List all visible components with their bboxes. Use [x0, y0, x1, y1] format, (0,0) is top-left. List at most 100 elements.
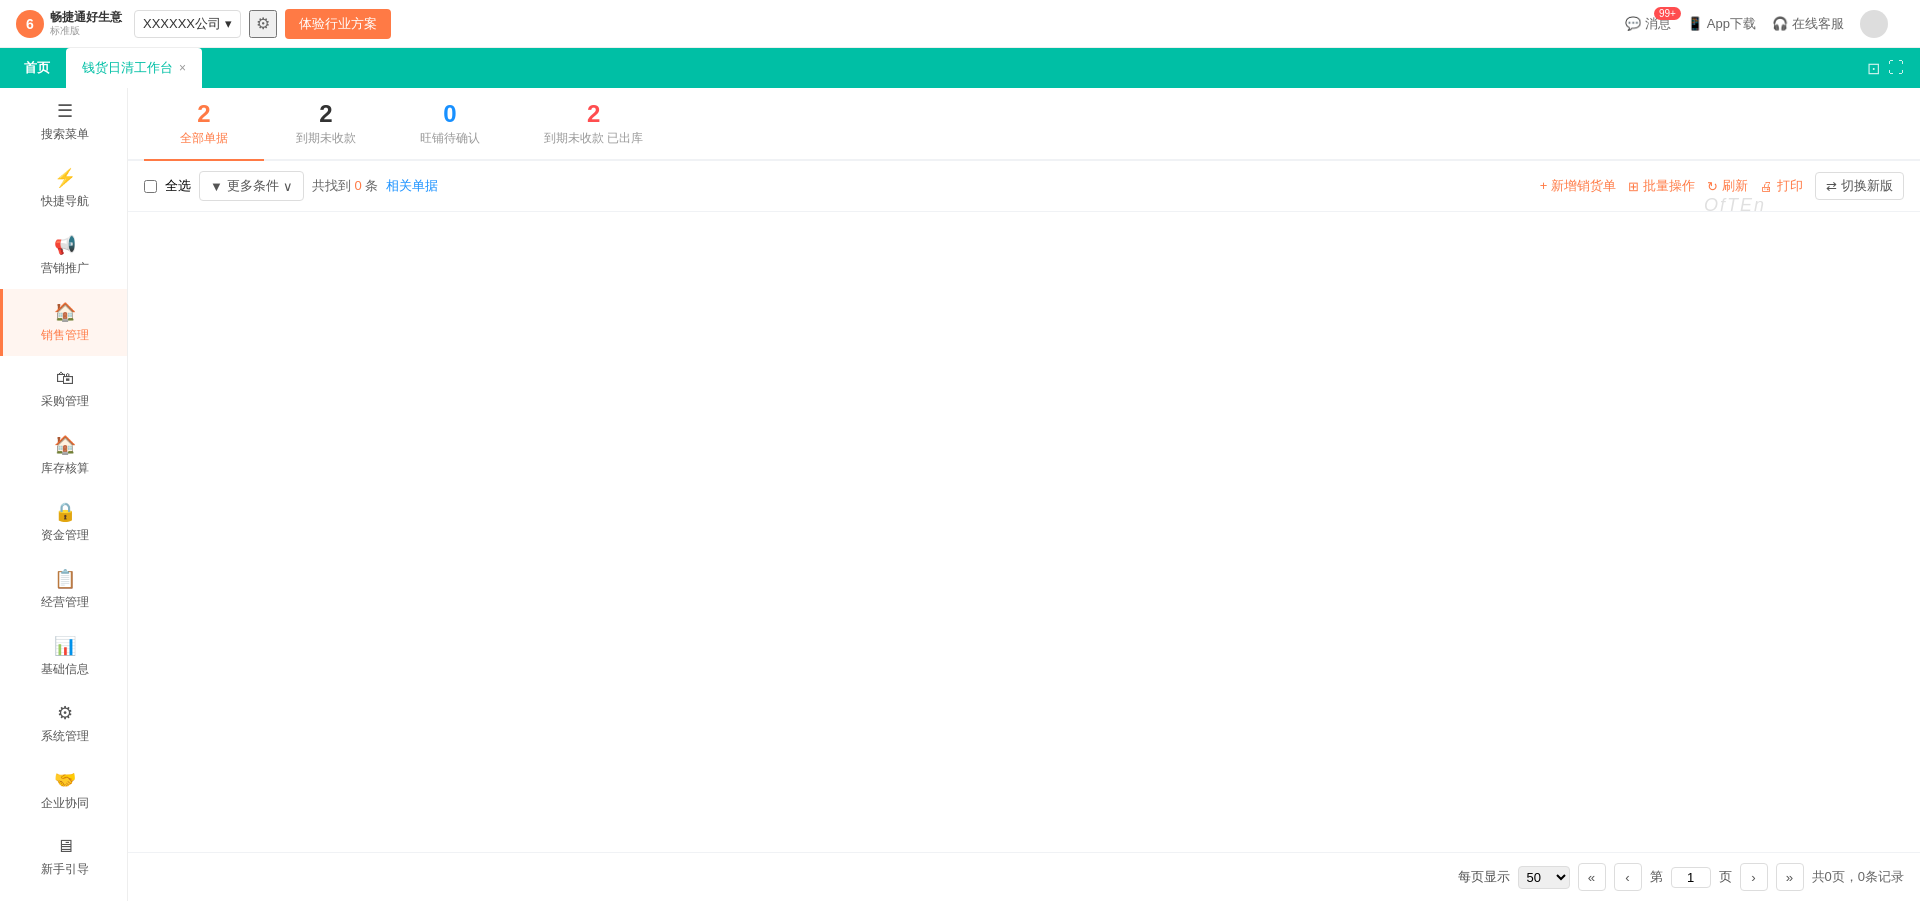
marketing-label: 营销推广: [41, 260, 89, 277]
filter-label: 更多条件: [227, 177, 279, 195]
refresh-icon: ↻: [1707, 179, 1718, 194]
first-page-button[interactable]: «: [1578, 863, 1606, 891]
refresh-button[interactable]: ↻ 刷新: [1707, 177, 1748, 195]
sidebar-item-cooperation[interactable]: 🤝 企业协同: [0, 757, 127, 824]
filter-icon: ▼: [210, 179, 223, 194]
logo-text: 畅捷通好生意 标准版: [50, 10, 122, 36]
message-icon: 💬: [1625, 16, 1641, 31]
home-tab-label: 首页: [24, 59, 50, 77]
print-icon: 🖨: [1760, 179, 1773, 194]
app-title: 畅捷通好生意: [50, 10, 122, 24]
online-service-label: 在线客服: [1792, 15, 1844, 33]
guide-label: 新手引导: [41, 861, 89, 878]
cooperation-icon: 🤝: [54, 769, 76, 791]
nav-expand-icon[interactable]: ⛶: [1888, 59, 1904, 77]
pagination: 每页显示 50 100 200 « ‹ 第 页 › » 共0页，0条记录: [128, 852, 1920, 901]
online-service-button[interactable]: 🎧 在线客服: [1772, 15, 1844, 33]
sidebar-item-app-center[interactable]: 📦 应用中心: [0, 890, 127, 901]
sidebar-item-system[interactable]: ⚙ 系统管理: [0, 690, 127, 757]
found-text: 共找到 0 条: [312, 177, 378, 195]
stats-label-overdue: 到期未收款: [296, 130, 356, 147]
stats-label-all: 全部单据: [180, 130, 228, 147]
next-page-button[interactable]: ›: [1740, 863, 1768, 891]
stats-tab-pending[interactable]: 0 旺铺待确认: [388, 88, 512, 161]
sidebar-item-purchase[interactable]: 🛍 采购管理: [0, 356, 127, 422]
app-download-button[interactable]: 📱 App下载: [1687, 15, 1756, 33]
page-number-input[interactable]: [1671, 867, 1711, 888]
stats-label-shipped: 到期未收款 已出库: [544, 130, 643, 147]
sidebar-item-marketing[interactable]: 📢 营销推广: [0, 222, 127, 289]
base-info-label: 基础信息: [41, 661, 89, 678]
batch-button[interactable]: ⊞ 批量操作: [1628, 177, 1695, 195]
search-menu-label: 搜索菜单: [41, 126, 89, 143]
filter-chevron: ∨: [283, 179, 293, 194]
page-label: 第: [1650, 868, 1663, 886]
guide-icon: 🖥: [56, 836, 74, 857]
logo-icon: 6: [16, 10, 44, 38]
settings-button[interactable]: ⚙: [249, 10, 277, 38]
message-button[interactable]: 💬 消息 99+: [1625, 15, 1671, 33]
found-unit: 条: [365, 178, 378, 193]
operations-icon: 📋: [54, 568, 76, 590]
add-sales-button[interactable]: + 新增销货单: [1540, 177, 1616, 195]
page-suffix: 页: [1719, 868, 1732, 886]
sidebar-item-search-menu[interactable]: ☰ 搜索菜单: [0, 88, 127, 155]
switch-label: 切换新版: [1841, 177, 1893, 195]
stats-tab-overdue[interactable]: 2 到期未收款: [264, 88, 388, 161]
purchase-icon: 🛍: [56, 368, 74, 389]
quick-nav-icon: ⚡: [54, 167, 76, 189]
select-all-label: 全选: [165, 177, 191, 195]
refresh-label: 刷新: [1722, 177, 1748, 195]
nav-tab-home[interactable]: 首页: [8, 48, 66, 88]
finance-label: 资金管理: [41, 527, 89, 544]
stats-count-pending: 0: [443, 100, 456, 128]
stats-tabs: 2 全部单据 2 到期未收款 0 旺铺待确认 2 到期未收款 已出库: [128, 88, 1920, 161]
sidebar-item-sales[interactable]: 🏠 销售管理: [0, 289, 127, 356]
header-right: 💬 消息 99+ 📱 App下载 🎧 在线客服: [1625, 10, 1904, 38]
nav-tabs: 首页 钱货日清工作台 × ⊡ ⛶: [0, 48, 1920, 88]
cooperation-label: 企业协同: [41, 795, 89, 812]
sidebar-item-finance[interactable]: 🔒 资金管理: [0, 489, 127, 556]
sidebar-item-inventory[interactable]: 🏠 库存核算: [0, 422, 127, 489]
stats-count-overdue: 2: [319, 100, 332, 128]
tab-close-icon[interactable]: ×: [179, 61, 186, 75]
app-download-label: App下载: [1707, 15, 1756, 33]
system-label: 系统管理: [41, 728, 89, 745]
nav-tab-workbench[interactable]: 钱货日清工作台 ×: [66, 48, 202, 88]
logo-area: 6 畅捷通好生意 标准版: [16, 10, 126, 38]
dropdown-icon: ▾: [225, 16, 232, 31]
system-icon: ⚙: [57, 702, 73, 724]
stats-tab-shipped[interactable]: 2 到期未收款 已出库: [512, 88, 675, 161]
stats-tab-all[interactable]: 2 全部单据: [144, 88, 264, 161]
trial-button[interactable]: 体验行业方案: [285, 9, 391, 39]
sidebar-item-operations[interactable]: 📋 经营管理: [0, 556, 127, 623]
stats-count-shipped: 2: [587, 100, 600, 128]
sidebar-item-guide[interactable]: 🖥 新手引导: [0, 824, 127, 890]
workbench-tab-label: 钱货日清工作台: [82, 59, 173, 77]
nav-restore-icon[interactable]: ⊡: [1867, 59, 1880, 78]
filter-button[interactable]: ▼ 更多条件 ∨: [199, 171, 304, 201]
inventory-icon: 🏠: [54, 434, 76, 456]
toolbar: 全选 ▼ 更多条件 ∨ 共找到 0 条 相关单据 + 新增销货单 ⊞ 批量操作: [128, 161, 1920, 212]
sidebar-item-base-info[interactable]: 📊 基础信息: [0, 623, 127, 690]
search-menu-icon: ☰: [57, 100, 73, 122]
purchase-label: 采购管理: [41, 393, 89, 410]
switch-version-button[interactable]: ⇄ 切换新版: [1815, 172, 1904, 200]
content-area: 2 全部单据 2 到期未收款 0 旺铺待确认 2 到期未收款 已出库 全选: [128, 88, 1920, 901]
header-left: 6 畅捷通好生意 标准版 XXXXXX公司 ▾ ⚙ 体验行业方案: [16, 9, 391, 39]
found-count: 0: [355, 178, 362, 193]
select-all-checkbox[interactable]: [144, 180, 157, 193]
sidebar-item-quick-nav[interactable]: ⚡ 快捷导航: [0, 155, 127, 222]
related-link[interactable]: 相关单据: [386, 177, 438, 195]
service-icon: 🎧: [1772, 16, 1788, 31]
nav-actions: ⊡ ⛶: [1867, 59, 1912, 78]
print-button[interactable]: 🖨 打印: [1760, 177, 1803, 195]
last-page-button[interactable]: »: [1776, 863, 1804, 891]
avatar[interactable]: [1860, 10, 1888, 38]
prev-page-button[interactable]: ‹: [1614, 863, 1642, 891]
page-size-label: 每页显示: [1458, 868, 1510, 886]
company-selector[interactable]: XXXXXX公司 ▾: [134, 10, 241, 38]
page-size-select[interactable]: 50 100 200: [1518, 866, 1570, 889]
table-area: [128, 212, 1920, 852]
download-icon: 📱: [1687, 16, 1703, 31]
